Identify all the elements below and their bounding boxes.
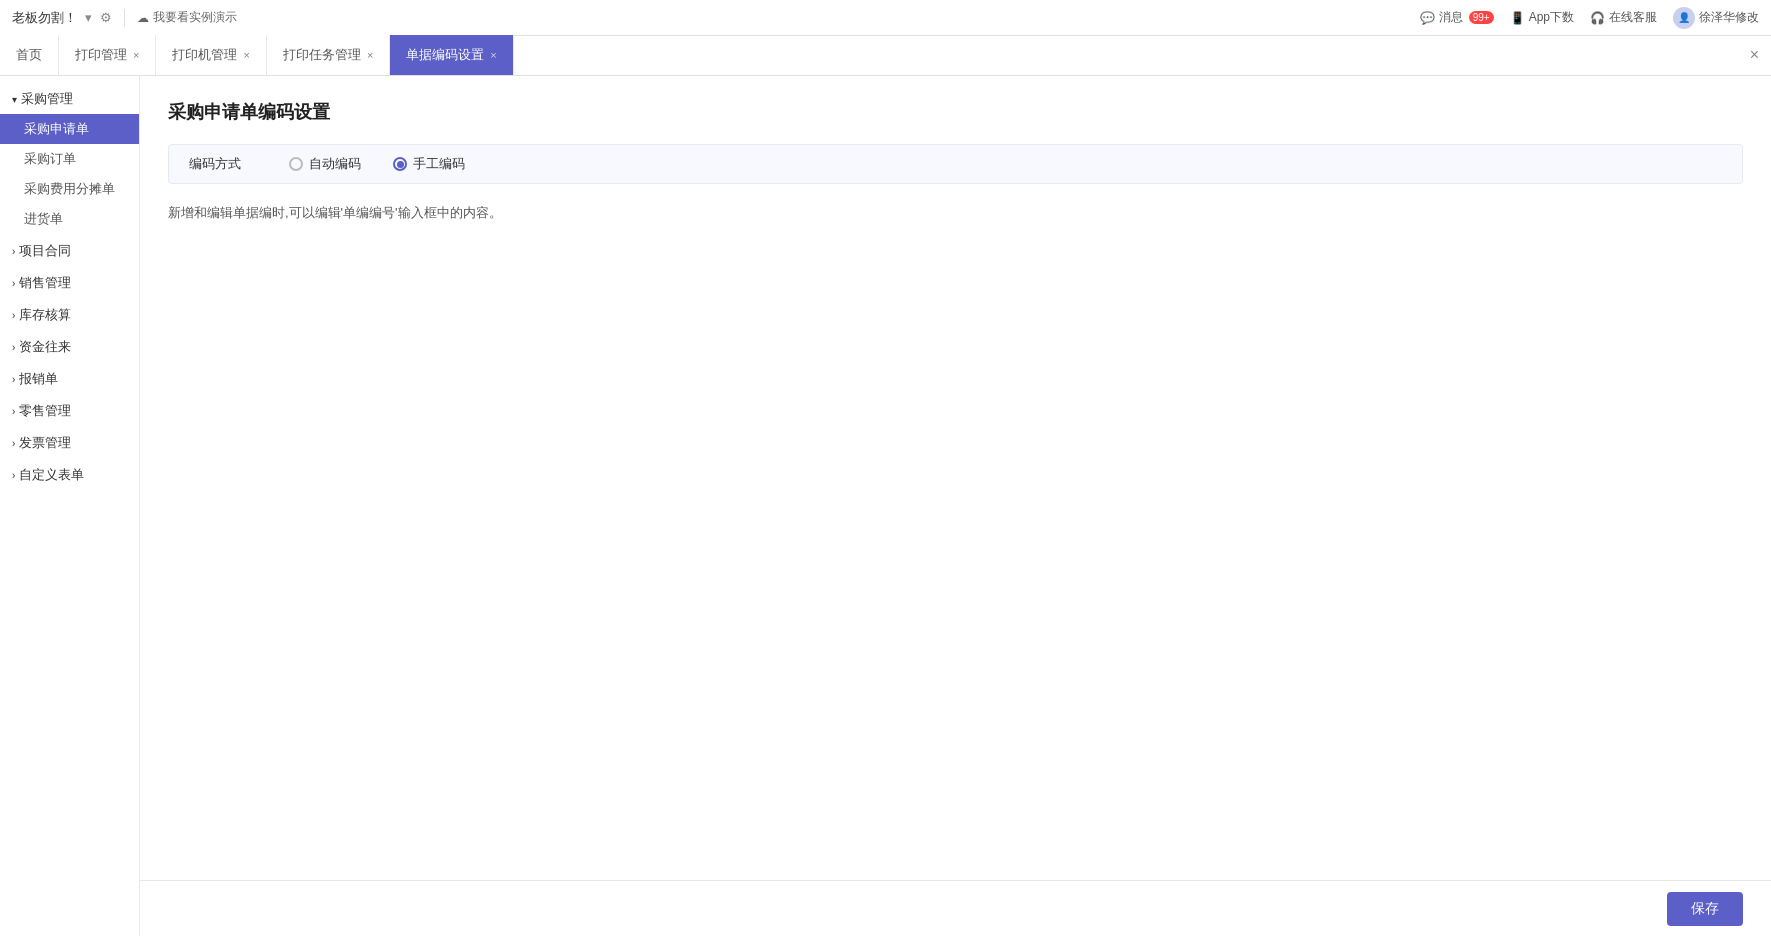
coding-method-label: 编码方式 xyxy=(189,155,241,173)
page-title: 采购申请单编码设置 xyxy=(168,100,1743,124)
tab-printer-manage[interactable]: 打印机管理 × xyxy=(156,35,266,75)
sidebar-group-retail-label: 零售管理 xyxy=(19,402,71,420)
tab-print-manage-label: 打印管理 xyxy=(75,46,127,64)
auto-code-radio[interactable] xyxy=(289,157,303,171)
top-bar-left: 老板勿割！ ▾ ⚙ ☁ 我要看实例演示 xyxy=(12,9,237,27)
chevron-right-icon4: › xyxy=(12,342,15,353)
mobile-icon: 📱 xyxy=(1510,11,1525,25)
sidebar-item-purchase-request[interactable]: 采购申请单 xyxy=(0,114,139,144)
app-download-item[interactable]: 📱 App下数 xyxy=(1510,9,1574,26)
sidebar-group-purchase-label: 采购管理 xyxy=(21,90,73,108)
user-item[interactable]: 👤 徐泽华修改 xyxy=(1673,7,1759,29)
tab-print-task-close[interactable]: × xyxy=(367,49,373,61)
sidebar-group-custom-form: › 自定义表单 xyxy=(0,460,139,490)
description-text: 新增和编辑单据编时,可以编辑'单编编号'输入框中的内容。 xyxy=(168,204,1743,222)
sidebar-group-inventory-title[interactable]: › 库存核算 xyxy=(0,300,139,330)
auto-code-label: 自动编码 xyxy=(309,155,361,173)
sidebar-item-purchase-order[interactable]: 采购订单 xyxy=(0,144,139,174)
manual-code-option[interactable]: 手工编码 xyxy=(393,155,465,173)
chevron-right-icon3: › xyxy=(12,310,15,321)
main-layout: ▾ 采购管理 采购申请单 采购订单 采购费用分摊单 进货单 › 项目合同 xyxy=(0,76,1771,936)
sidebar-group-capital-label: 资金往来 xyxy=(19,338,71,356)
sidebar-group-sales-title[interactable]: › 销售管理 xyxy=(0,268,139,298)
sidebar-group-custom-form-label: 自定义表单 xyxy=(19,466,84,484)
message-label: 消息 xyxy=(1439,9,1463,26)
sidebar-group-purchase-title[interactable]: ▾ 采购管理 xyxy=(0,84,139,114)
tab-bar: 首页 打印管理 × 打印机管理 × 打印任务管理 × 单据编码设置 × × xyxy=(0,36,1771,76)
settings-icon[interactable]: ⚙ xyxy=(100,10,112,25)
sidebar-item-purchase-request-label: 采购申请单 xyxy=(24,121,89,136)
sidebar-item-purchase-order-label: 采购订单 xyxy=(24,151,76,166)
sidebar-group-invoice: › 发票管理 xyxy=(0,428,139,458)
tab-printer-manage-close[interactable]: × xyxy=(243,49,249,61)
sidebar-group-inventory: › 库存核算 xyxy=(0,300,139,330)
chevron-down-icon: ▾ xyxy=(12,94,17,105)
content-inner: 采购申请单编码设置 编码方式 自动编码 手工编码 新增和编辑单据编时,可以编辑'… xyxy=(140,76,1771,880)
app-title: 老板勿割！ xyxy=(12,9,77,27)
tab-printer-manage-label: 打印机管理 xyxy=(172,46,237,64)
message-item[interactable]: 💬 消息 99+ xyxy=(1420,9,1494,26)
tab-bar-close-all[interactable]: × xyxy=(1738,35,1771,75)
sidebar-group-invoice-title[interactable]: › 发票管理 xyxy=(0,428,139,458)
sidebar-group-project-title[interactable]: › 项目合同 xyxy=(0,236,139,266)
sidebar-item-inbound[interactable]: 进货单 xyxy=(0,204,139,234)
sidebar-item-purchase-expense-label: 采购费用分摊单 xyxy=(24,181,115,196)
demo-link[interactable]: ☁ 我要看实例演示 xyxy=(137,9,237,26)
manual-code-label: 手工编码 xyxy=(413,155,465,173)
chevron-right-icon: › xyxy=(12,246,15,257)
sidebar-group-retail-title[interactable]: › 零售管理 xyxy=(0,396,139,426)
chevron-down-icon[interactable]: ▾ xyxy=(85,10,92,25)
sidebar-group-sales-label: 销售管理 xyxy=(19,274,71,292)
sidebar-group-custom-form-title[interactable]: › 自定义表单 xyxy=(0,460,139,490)
message-badge: 99+ xyxy=(1469,11,1494,24)
demo-text: 我要看实例演示 xyxy=(153,9,237,26)
tab-print-task[interactable]: 打印任务管理 × xyxy=(267,35,390,75)
cloud-icon: ☁ xyxy=(137,11,149,25)
sidebar-group-sales-return-title[interactable]: › 报销单 xyxy=(0,364,139,394)
chevron-right-icon2: › xyxy=(12,278,15,289)
tab-barcode-setting-label: 单据编码设置 xyxy=(406,46,484,64)
manual-code-radio[interactable] xyxy=(393,157,407,171)
app-download-label: App下数 xyxy=(1529,9,1574,26)
coding-method-row: 编码方式 自动编码 手工编码 xyxy=(168,144,1743,184)
headset-icon: 🎧 xyxy=(1590,11,1605,25)
sidebar-group-sales: › 销售管理 xyxy=(0,268,139,298)
tab-home[interactable]: 首页 xyxy=(0,35,59,75)
tab-print-task-label: 打印任务管理 xyxy=(283,46,361,64)
sidebar-group-invoice-label: 发票管理 xyxy=(19,434,71,452)
sidebar-group-inventory-label: 库存核算 xyxy=(19,306,71,324)
sidebar-item-purchase-expense[interactable]: 采购费用分摊单 xyxy=(0,174,139,204)
top-bar-right: 💬 消息 99+ 📱 App下数 🎧 在线客服 👤 徐泽华修改 xyxy=(1420,7,1759,29)
content-area: 采购申请单编码设置 编码方式 自动编码 手工编码 新增和编辑单据编时,可以编辑'… xyxy=(140,76,1771,936)
tab-home-label: 首页 xyxy=(16,46,42,64)
sidebar-group-retail: › 零售管理 xyxy=(0,396,139,426)
sidebar-group-sales-return-label: 报销单 xyxy=(19,370,58,388)
message-icon: 💬 xyxy=(1420,11,1435,25)
divider xyxy=(124,9,125,27)
chevron-right-icon5: › xyxy=(12,374,15,385)
sidebar-group-project-label: 项目合同 xyxy=(19,242,71,260)
avatar-icon: 👤 xyxy=(1673,7,1695,29)
sidebar-group-purchase: ▾ 采购管理 采购申请单 采购订单 采购费用分摊单 进货单 xyxy=(0,84,139,234)
chevron-right-icon6: › xyxy=(12,406,15,417)
sidebar: ▾ 采购管理 采购申请单 采购订单 采购费用分摊单 进货单 › 项目合同 xyxy=(0,76,140,936)
sidebar-group-capital-title[interactable]: › 资金往来 xyxy=(0,332,139,362)
sidebar-group-project: › 项目合同 xyxy=(0,236,139,266)
sidebar-group-sales-return: › 报销单 xyxy=(0,364,139,394)
chevron-right-icon7: › xyxy=(12,438,15,449)
user-name: 徐泽华修改 xyxy=(1699,9,1759,26)
top-bar: 老板勿割！ ▾ ⚙ ☁ 我要看实例演示 💬 消息 99+ 📱 App下数 🎧 在… xyxy=(0,0,1771,36)
tab-print-manage[interactable]: 打印管理 × xyxy=(59,35,156,75)
sidebar-item-inbound-label: 进货单 xyxy=(24,211,63,226)
tab-barcode-setting-close[interactable]: × xyxy=(490,49,496,61)
online-service-label: 在线客服 xyxy=(1609,9,1657,26)
auto-code-option[interactable]: 自动编码 xyxy=(289,155,361,173)
online-service-item[interactable]: 🎧 在线客服 xyxy=(1590,9,1657,26)
chevron-right-icon8: › xyxy=(12,470,15,481)
tab-barcode-setting[interactable]: 单据编码设置 × xyxy=(390,35,513,75)
sidebar-group-capital: › 资金往来 xyxy=(0,332,139,362)
save-button[interactable]: 保存 xyxy=(1667,892,1743,926)
tab-print-manage-close[interactable]: × xyxy=(133,49,139,61)
content-footer: 保存 xyxy=(140,880,1771,936)
